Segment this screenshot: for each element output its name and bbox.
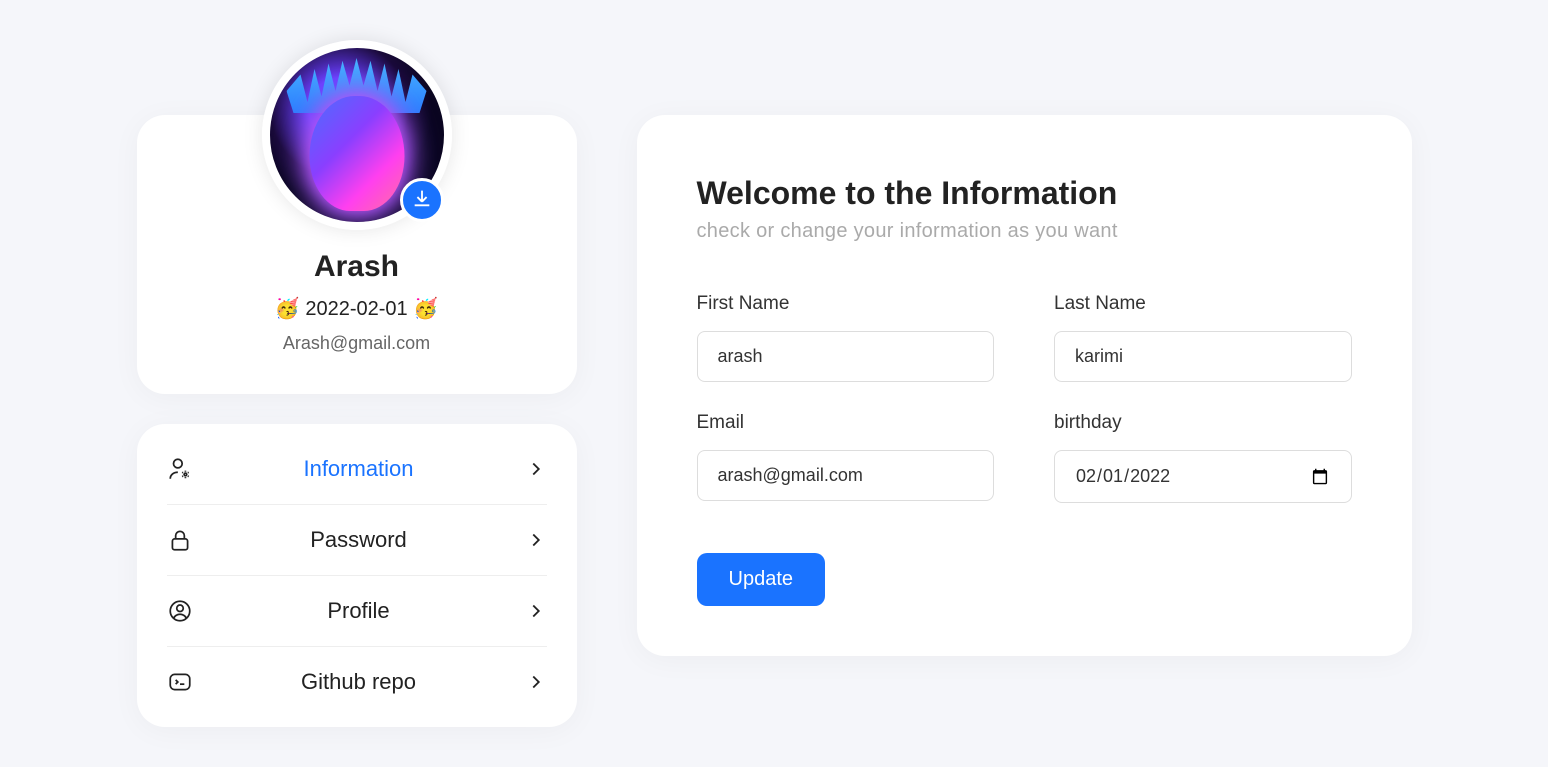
lock-icon: [167, 527, 193, 553]
nav-item-github[interactable]: Github repo: [167, 647, 547, 717]
birthday-label: birthday: [1054, 412, 1352, 434]
nav-card: Information Password Profile: [137, 424, 577, 727]
profile-card: Arash 🥳 2022-02-01 🥳 Arash@gmail.com: [137, 115, 577, 394]
birthday-group: birthday: [1054, 412, 1352, 503]
nav-label: Password: [193, 527, 525, 553]
download-icon: [411, 187, 433, 214]
user-cog-icon: [167, 456, 193, 482]
first-name-group: First Name: [697, 293, 995, 382]
last-name-input[interactable]: [1054, 331, 1352, 382]
terminal-icon: [167, 669, 193, 695]
user-circle-icon: [167, 598, 193, 624]
last-name-group: Last Name: [1054, 293, 1352, 382]
email-input[interactable]: [697, 450, 995, 501]
page-title: Welcome to the Information: [697, 175, 1352, 212]
chevron-right-icon: [525, 600, 547, 622]
nav-label: Information: [193, 456, 525, 482]
last-name-label: Last Name: [1054, 293, 1352, 315]
nav-item-profile[interactable]: Profile: [167, 576, 547, 647]
nav-item-password[interactable]: Password: [167, 505, 547, 576]
profile-name: Arash: [167, 250, 547, 284]
download-avatar-button[interactable]: [400, 178, 444, 222]
email-label: Email: [697, 412, 995, 434]
nav-item-information[interactable]: Information: [167, 434, 547, 505]
information-panel: Welcome to the Information check or chan…: [637, 115, 1412, 656]
page-subtitle: check or change your information as you …: [697, 220, 1352, 243]
nav-label: Github repo: [193, 669, 525, 695]
profile-date: 🥳 2022-02-01 🥳: [167, 296, 547, 321]
update-button[interactable]: Update: [697, 553, 826, 606]
first-name-label: First Name: [697, 293, 995, 315]
first-name-input[interactable]: [697, 331, 995, 382]
chevron-right-icon: [525, 458, 547, 480]
chevron-right-icon: [525, 529, 547, 551]
birthday-input[interactable]: [1054, 450, 1352, 503]
profile-email: Arash@gmail.com: [167, 333, 547, 354]
email-group: Email: [697, 412, 995, 503]
nav-label: Profile: [193, 598, 525, 624]
avatar-wrapper: [262, 40, 452, 230]
chevron-right-icon: [525, 671, 547, 693]
